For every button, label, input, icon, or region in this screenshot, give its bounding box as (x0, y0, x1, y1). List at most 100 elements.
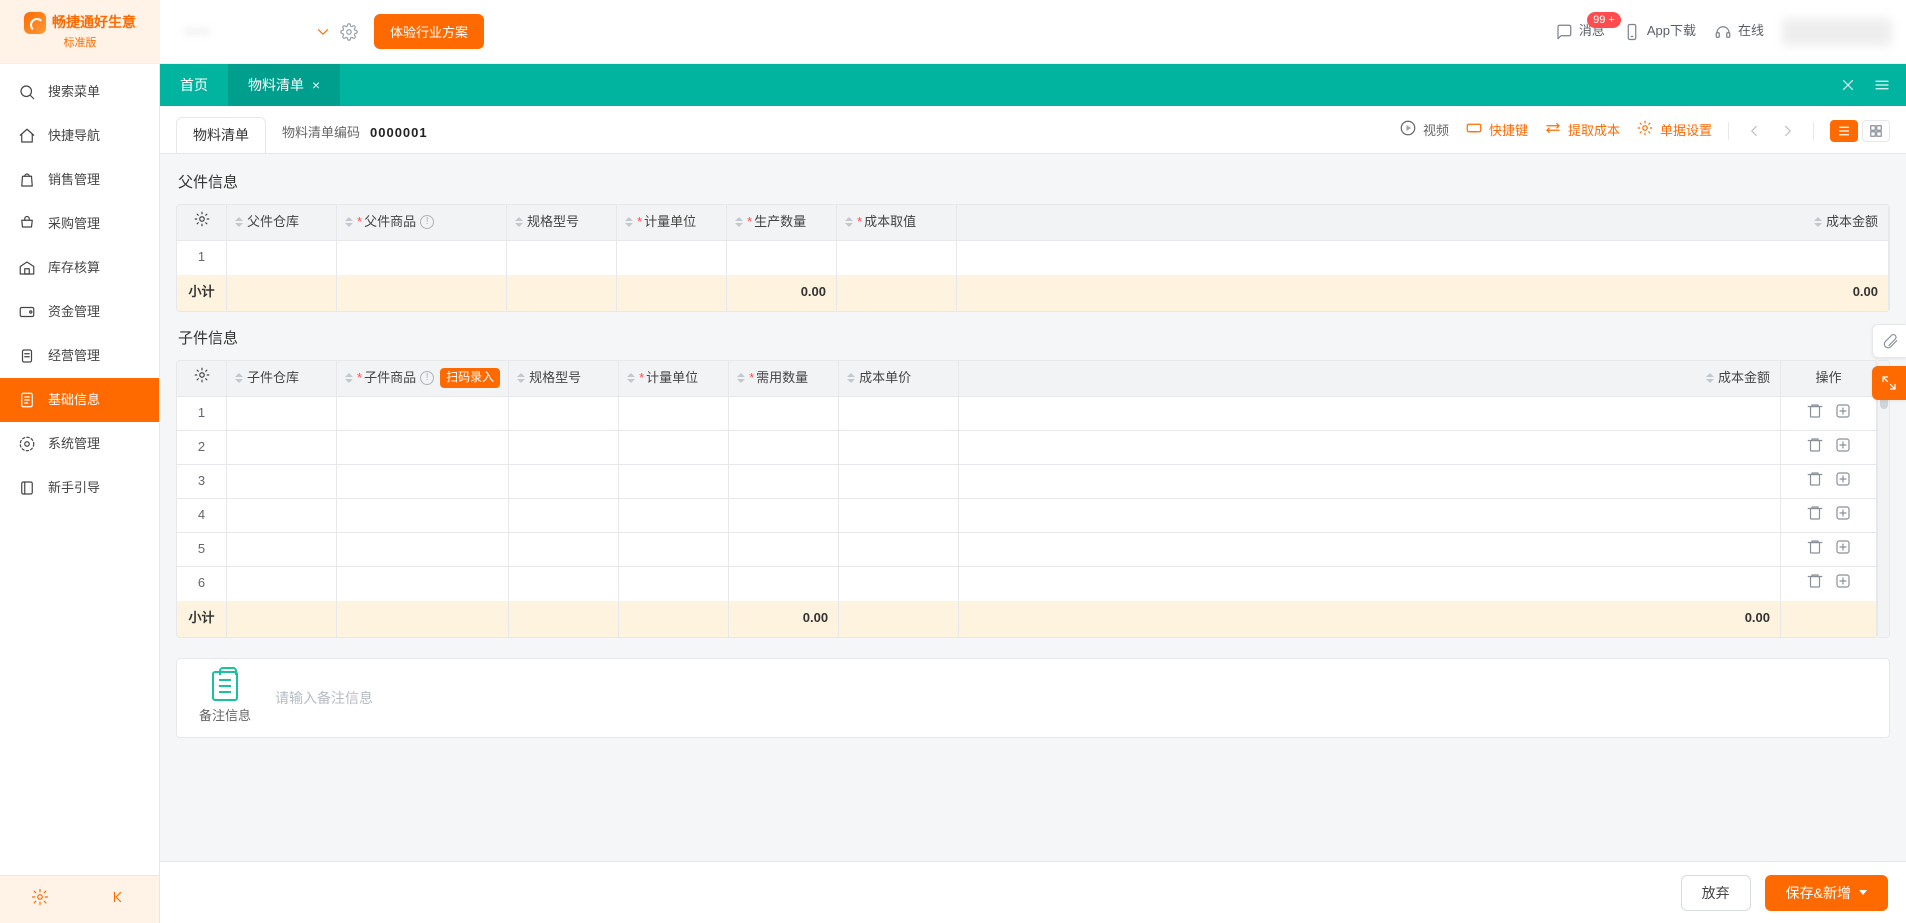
video-link[interactable]: 视频 (1399, 119, 1449, 143)
col-child-goods[interactable]: *子件商品!扫码录入 (337, 361, 509, 397)
cell[interactable] (509, 465, 619, 499)
scan-chip[interactable]: 扫码录入 (440, 368, 500, 387)
messages[interactable]: 消息 99 + (1555, 22, 1605, 41)
tabs-more-icon[interactable] (1868, 71, 1896, 99)
col-parent-amount[interactable]: 成本金额 (957, 205, 1889, 241)
delete-icon[interactable] (1805, 537, 1825, 557)
cell[interactable] (619, 397, 729, 431)
view-list[interactable] (1830, 120, 1858, 142)
add-icon[interactable] (1833, 503, 1853, 523)
cell[interactable] (837, 241, 957, 275)
cell[interactable] (509, 397, 619, 431)
sidebar-item-quicknav[interactable]: 快捷导航 (0, 114, 159, 158)
user-avatar[interactable] (1782, 18, 1892, 46)
info-icon[interactable]: ! (420, 371, 434, 385)
remark-input[interactable] (275, 671, 1873, 726)
cell[interactable] (839, 567, 959, 601)
col-child-unit[interactable]: *计量单位 (619, 361, 729, 397)
org-selector[interactable]: —— (160, 0, 332, 63)
col-parent-cost[interactable]: *成本取值 (837, 205, 957, 241)
cell[interactable] (337, 431, 509, 465)
cell[interactable] (227, 567, 337, 601)
cell[interactable] (839, 431, 959, 465)
cell[interactable] (227, 499, 337, 533)
online-service[interactable]: 在线 (1714, 22, 1764, 41)
cell[interactable] (619, 499, 729, 533)
attachment-button[interactable] (1872, 324, 1906, 358)
cell[interactable] (227, 465, 337, 499)
cell[interactable] (619, 465, 729, 499)
doc-settings-link[interactable]: 单据设置 (1636, 119, 1712, 143)
add-icon[interactable] (1833, 537, 1853, 557)
cell[interactable] (337, 567, 509, 601)
sidebar-item-purchase[interactable]: 采购管理 (0, 202, 159, 246)
info-icon[interactable]: ! (420, 215, 434, 229)
col-parent-goods[interactable]: *父件商品! (337, 205, 507, 241)
add-icon[interactable] (1833, 571, 1853, 591)
table-row[interactable]: 6 (177, 567, 1877, 601)
cell[interactable] (839, 465, 959, 499)
cell[interactable] (729, 567, 839, 601)
table-row[interactable]: 4 (177, 499, 1877, 533)
settings-icon[interactable] (332, 15, 366, 49)
cell[interactable] (959, 465, 1781, 499)
col-child-price[interactable]: 成本单价 (839, 361, 959, 397)
cell[interactable] (957, 241, 1889, 275)
cell[interactable] (227, 533, 337, 567)
add-icon[interactable] (1833, 469, 1853, 489)
delete-icon[interactable] (1805, 401, 1825, 421)
delete-icon[interactable] (1805, 503, 1825, 523)
cell[interactable] (839, 397, 959, 431)
sidebar-item-finance[interactable]: 资金管理 (0, 290, 159, 334)
cell[interactable] (337, 397, 509, 431)
sidebar-item-system[interactable]: 系统管理 (0, 422, 159, 466)
cell[interactable] (337, 465, 509, 499)
add-icon[interactable] (1833, 435, 1853, 455)
cell[interactable] (729, 499, 839, 533)
app-download[interactable]: App下载 (1623, 22, 1696, 41)
prev-doc[interactable] (1745, 122, 1763, 140)
sidebar-item-search[interactable]: 搜索菜单 (0, 70, 159, 114)
cta-button[interactable]: 体验行业方案 (374, 14, 484, 49)
cell[interactable] (337, 241, 507, 275)
cell[interactable] (617, 241, 727, 275)
cell[interactable] (619, 567, 729, 601)
cell[interactable] (227, 431, 337, 465)
cell[interactable] (729, 397, 839, 431)
cell[interactable] (959, 431, 1781, 465)
cell[interactable] (509, 533, 619, 567)
child-scrollbar[interactable] (1878, 360, 1890, 638)
sidebar-item-guide[interactable]: 新手引导 (0, 466, 159, 510)
cell[interactable] (619, 533, 729, 567)
save-new-button[interactable]: 保存&新增 (1765, 875, 1888, 911)
view-card[interactable] (1862, 120, 1890, 142)
cell[interactable] (227, 241, 337, 275)
col-parent-unit[interactable]: *计量单位 (617, 205, 727, 241)
col-child-qty[interactable]: *需用数量 (729, 361, 839, 397)
col-config[interactable] (177, 361, 227, 397)
table-row[interactable]: 2 (177, 431, 1877, 465)
cell[interactable] (619, 431, 729, 465)
col-child-amount[interactable]: 成本金额 (959, 361, 1781, 397)
gear-icon[interactable] (31, 888, 49, 912)
tab-home[interactable]: 首页 (160, 64, 228, 106)
shortcut-link[interactable]: 快捷键 (1465, 119, 1528, 143)
delete-icon[interactable] (1805, 469, 1825, 489)
cell[interactable] (727, 241, 837, 275)
table-row[interactable]: 5 (177, 533, 1877, 567)
col-child-warehouse[interactable]: 子件仓库 (227, 361, 337, 397)
table-row[interactable]: 3 (177, 465, 1877, 499)
cell[interactable] (959, 567, 1781, 601)
cell[interactable] (337, 499, 509, 533)
cell[interactable] (839, 499, 959, 533)
sidebar-item-inventory[interactable]: 库存核算 (0, 246, 159, 290)
table-row[interactable]: 1 (177, 241, 1889, 275)
cell[interactable] (227, 397, 337, 431)
cell[interactable] (959, 533, 1781, 567)
close-icon[interactable]: × (312, 75, 320, 95)
cell[interactable] (839, 533, 959, 567)
cell[interactable] (337, 533, 509, 567)
sidebar-item-operation[interactable]: 经营管理 (0, 334, 159, 378)
page-tab-bom[interactable]: 物料清单 (176, 117, 266, 153)
collapse-icon[interactable] (110, 888, 128, 912)
